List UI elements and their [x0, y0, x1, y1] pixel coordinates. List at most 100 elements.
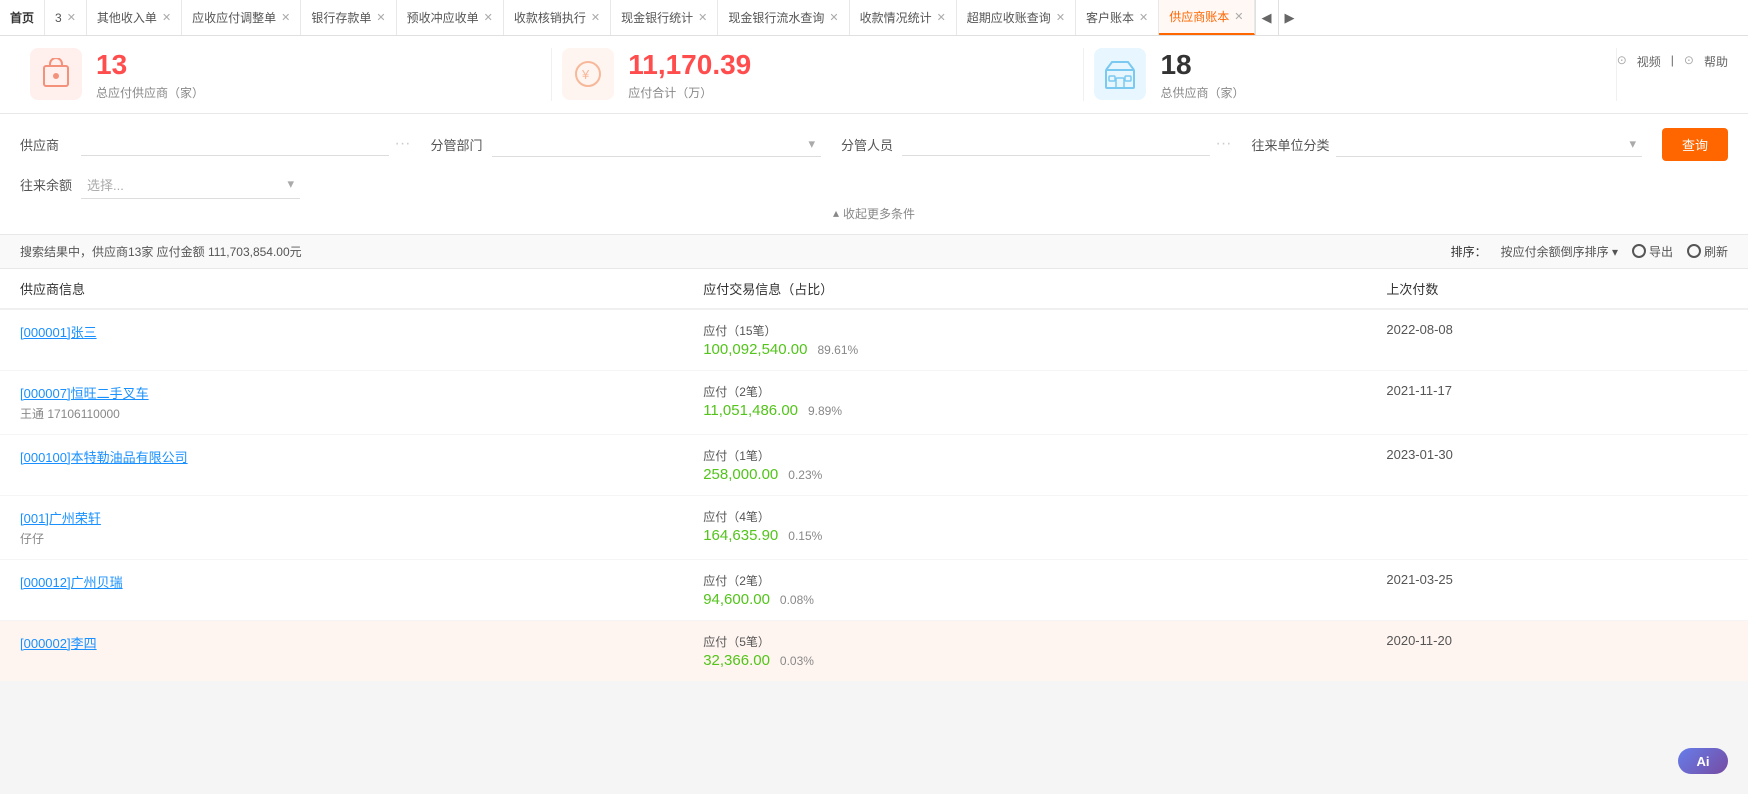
tx-amount[interactable]: 164,635.90 [703, 527, 778, 544]
close-icon[interactable]: ✕ [67, 11, 76, 24]
filter-area: 供应商 ··· 分管部门 分管人员 ··· 往来单位分类 查询 [0, 114, 1748, 235]
tx-label: 应付（2笔） [703, 572, 1386, 589]
sort-value-text: 按应付余额倒序排序 [1501, 245, 1609, 259]
tx-pct: 0.08% [780, 593, 814, 607]
collapse-label: 收起更多条件 [843, 205, 915, 222]
total-supplier-info: 18 总供应商（家） [1160, 48, 1244, 101]
sort-value[interactable]: 按应付余额倒序排序 [1501, 243, 1618, 260]
filter-balance: 往来余额 选择... [20, 171, 300, 199]
tx-label: 应付（4笔） [703, 508, 1386, 525]
supplier-link[interactable]: [000001]张三 [20, 322, 703, 341]
help-link[interactable]: 帮助 [1704, 53, 1728, 70]
nav-tab-other-income[interactable]: 其他收入单 ✕ [87, 0, 182, 35]
close-icon[interactable]: ✕ [937, 11, 946, 24]
tx-amount[interactable]: 100,092,540.00 [703, 341, 807, 358]
supplier-filter-input[interactable] [81, 132, 389, 156]
close-icon[interactable]: ✕ [162, 11, 171, 24]
close-icon[interactable]: ✕ [591, 11, 600, 24]
supplier-summary-info: 13 总应付供应商（家） [96, 48, 204, 101]
supplier-link[interactable]: [000007]恒旺二手叉车 [20, 383, 703, 402]
nav-tab-3[interactable]: 3 ✕ [45, 0, 87, 35]
sort-label: 排序： [1451, 243, 1487, 260]
person-filter-label: 分管人员 [841, 135, 896, 154]
close-icon[interactable]: ✕ [698, 11, 707, 24]
video-link[interactable]: 视频 [1637, 53, 1661, 70]
balance-filter-label: 往来余额 [20, 175, 75, 194]
supplier-filter-label: 供应商 [20, 135, 75, 154]
summary-card-payable: ¥ 11,170.39 应付合计（万） [552, 48, 1084, 101]
close-icon[interactable]: ✕ [281, 11, 290, 24]
collapse-button[interactable]: 收起更多条件 [20, 199, 1728, 224]
circle-play-icon: ⊙ [1617, 53, 1627, 67]
nav-tab-collection-stat[interactable]: 收款情况统计 ✕ [850, 0, 957, 35]
supplier-count-label: 总应付供应商（家） [96, 84, 204, 101]
last-pay-cell: 2022-08-08 [1386, 322, 1728, 337]
last-pay-cell: 2020-11-20 [1386, 633, 1728, 648]
supplier-info-cell: [000001]张三 [20, 322, 703, 341]
supplier-link[interactable]: [001]广州荣轩 [20, 508, 703, 527]
tx-label: 应付（1笔） [703, 447, 1386, 464]
nav-right-arrow[interactable]: ▶ [1278, 0, 1301, 35]
transaction-cell: 应付（2笔） 11,051,486.00 9.89% [703, 383, 1386, 419]
result-bar: 搜索结果中，供应商13家 应付金额 111,703,854.00元 排序： 按应… [0, 235, 1748, 269]
transaction-cell: 应付（1笔） 258,000.00 0.23% [703, 447, 1386, 483]
nav-tab-home[interactable]: 首页 [0, 0, 45, 35]
tx-amount[interactable]: 94,600.00 [703, 591, 770, 608]
last-pay-cell: 2021-11-17 [1386, 383, 1728, 398]
table-row: [000100]本特勒油品有限公司 应付（1笔） 258,000.00 0.23… [0, 435, 1748, 496]
nav-tab-overdue-query[interactable]: 超期应收账查询 ✕ [957, 0, 1076, 35]
tx-amount[interactable]: 32,366.00 [703, 652, 770, 669]
supplier-link[interactable]: [000002]李四 [20, 633, 703, 652]
supplier-filter-dots[interactable]: ··· [395, 135, 411, 153]
supplier-sub: 王通 17106110000 [20, 405, 703, 422]
refresh-button[interactable]: 刷新 [1687, 243, 1728, 260]
query-button[interactable]: 查询 [1662, 128, 1728, 161]
supplier-link[interactable]: [000012]广州贝瑞 [20, 572, 703, 591]
person-filter-input[interactable] [902, 132, 1210, 156]
category-filter-label: 往来单位分类 [1252, 135, 1330, 154]
nav-tab-customer-ledger[interactable]: 客户账本 ✕ [1076, 0, 1159, 35]
filter-row-1: 供应商 ··· 分管部门 分管人员 ··· 往来单位分类 查询 [20, 128, 1728, 161]
nav-left-arrow[interactable]: ◀ [1255, 0, 1278, 35]
nav-tab-bank-deposit[interactable]: 银行存款单 ✕ [301, 0, 396, 35]
tx-amount[interactable]: 11,051,486.00 [703, 402, 798, 419]
nav-tab-cash-bank-stat[interactable]: 现金银行统计 ✕ [611, 0, 718, 35]
close-icon[interactable]: ✕ [484, 11, 493, 24]
sort-chevron-down-icon [1612, 245, 1618, 259]
tx-amount[interactable]: 258,000.00 [703, 466, 778, 483]
money-icon: ¥ [562, 48, 614, 100]
category-chevron-down-icon [1629, 136, 1636, 152]
table-row: [000001]张三 应付（15笔） 100,092,540.00 89.61%… [0, 310, 1748, 371]
nav-tab-collection-exec[interactable]: 收款核销执行 ✕ [504, 0, 611, 35]
nav-tab-cash-flow-query[interactable]: 现金银行流水查询 ✕ [718, 0, 849, 35]
close-icon[interactable]: ✕ [1139, 11, 1148, 24]
circle-help-icon: ⊙ [1684, 53, 1694, 67]
ai-button[interactable]: Ai [1678, 748, 1728, 774]
data-table: 供应商信息 应付交易信息（占比） 上次付数 [000001]张三 应付（15笔）… [0, 269, 1748, 682]
export-button[interactable]: 导出 [1632, 243, 1673, 260]
dept-filter-select[interactable] [492, 132, 822, 157]
export-icon [1632, 244, 1646, 258]
close-icon[interactable]: ✕ [1056, 11, 1065, 24]
table-header: 供应商信息 应付交易信息（占比） 上次付数 [0, 269, 1748, 310]
nav-tab-overdue-query-label: 超期应收账查询 [967, 9, 1051, 26]
nav-tab-customer-ledger-label: 客户账本 [1086, 9, 1134, 26]
nav-tab-ar-ap-adjust[interactable]: 应收应付调整单 ✕ [182, 0, 301, 35]
nav-tab-prepay-offset[interactable]: 预收冲应收单 ✕ [397, 0, 504, 35]
close-icon[interactable]: ✕ [829, 11, 838, 24]
tx-row: 258,000.00 0.23% [703, 464, 1386, 483]
transaction-cell: 应付（2笔） 94,600.00 0.08% [703, 572, 1386, 608]
tx-row: 11,051,486.00 9.89% [703, 400, 1386, 419]
transaction-cell: 应付（15笔） 100,092,540.00 89.61% [703, 322, 1386, 358]
filter-category: 往来单位分类 [1252, 132, 1643, 157]
close-icon[interactable]: ✕ [1234, 10, 1243, 23]
balance-filter-select[interactable]: 选择... [81, 171, 300, 199]
nav-tab-supplier-ledger[interactable]: 供应商账本 ✕ [1159, 0, 1254, 35]
table-row: [000007]恒旺二手叉车 王通 17106110000 应付（2笔） 11,… [0, 371, 1748, 435]
category-filter-select[interactable] [1336, 132, 1642, 157]
person-filter-dots[interactable]: ··· [1216, 135, 1232, 153]
close-icon[interactable]: ✕ [376, 11, 385, 24]
supplier-count: 13 [96, 48, 204, 82]
export-label: 导出 [1649, 243, 1673, 260]
supplier-link[interactable]: [000100]本特勒油品有限公司 [20, 447, 703, 466]
